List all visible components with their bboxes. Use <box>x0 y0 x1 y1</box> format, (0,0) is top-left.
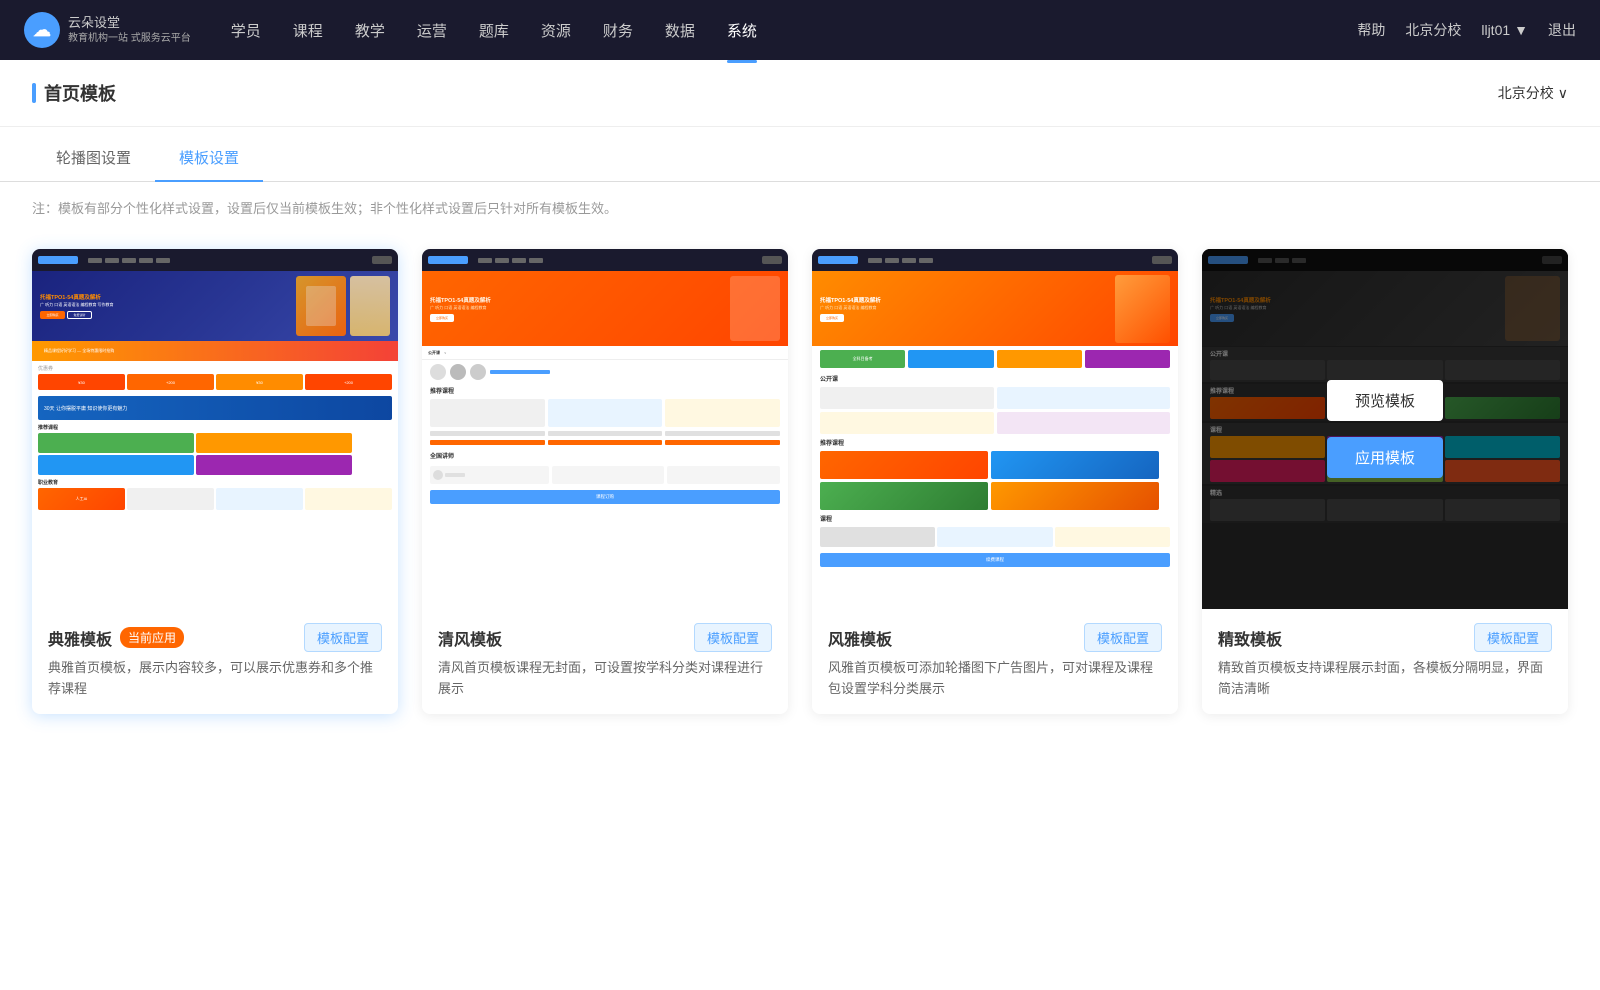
config-button-3[interactable]: 模板配置 <box>1084 623 1162 652</box>
template-preview-3[interactable]: 托福TPO1-54真题及解析 广 听力 口语 英语语法 编程教育 立即购买 全科… <box>812 249 1178 609</box>
mock-preview-2: 托福TPO1-54真题及解析 广 听力 口语 英语语法 编程教育 立即购买 公开… <box>422 249 788 609</box>
tab-template[interactable]: 模板设置 <box>155 135 263 182</box>
preview-button-4[interactable]: 预览模板 <box>1327 380 1443 421</box>
template-footer-3: 风雅模板 模板配置 风雅首页模板可添加轮播图下广告图片，可对课程及课程包设置学科… <box>812 609 1178 714</box>
nav-item-students[interactable]: 学员 <box>231 16 261 45</box>
template-desc-2: 清风首页模板课程无封面，可设置按学科分类对课程进行展示 <box>438 658 772 700</box>
template-card-4: 托福TPO1-54真题及解析 广 听力 口语 英语语法 编程教育 立即购买 公开… <box>1202 249 1568 714</box>
template-footer-2: 清风模板 模板配置 清风首页模板课程无封面，可设置按学科分类对课程进行展示 <box>422 609 788 714</box>
nav-item-data[interactable]: 数据 <box>665 16 695 45</box>
help-link[interactable]: 帮助 <box>1357 20 1385 40</box>
nav-item-questions[interactable]: 题库 <box>479 16 509 45</box>
logo[interactable]: ☁ 云朵设堂 教育机构一站 式服务云平台 <box>24 12 191 48</box>
mock-preview-1: 托福TPO1-54真题及解析 广 听力 口语 英语语法 编程教育 写作教育 立即… <box>32 249 398 609</box>
template-preview-4[interactable]: 托福TPO1-54真题及解析 广 听力 口语 英语语法 编程教育 立即购买 公开… <box>1202 249 1568 609</box>
template-desc-4: 精致首页模板支持课程展示封面，各模板分隔明显，界面简洁清晰 <box>1218 658 1552 700</box>
navbar: ☁ 云朵设堂 教育机构一站 式服务云平台 学员 课程 教学 运营 题库 资源 财… <box>0 0 1600 60</box>
nav-item-resources[interactable]: 资源 <box>541 16 571 45</box>
config-button-2[interactable]: 模板配置 <box>694 623 772 652</box>
template-name-4: 精致模板 <box>1218 626 1282 650</box>
branch-link[interactable]: 北京分校 <box>1405 20 1461 40</box>
page-title: 首页模板 <box>32 80 116 106</box>
template-active-overlay-4: 预览模板 应用模板 <box>1202 249 1568 609</box>
template-preview-2[interactable]: 托福TPO1-54真题及解析 广 听力 口语 英语语法 编程教育 立即购买 公开… <box>422 249 788 609</box>
template-card-3: 托福TPO1-54真题及解析 广 听力 口语 英语语法 编程教育 立即购买 全科… <box>812 249 1178 714</box>
main-nav: 学员 课程 教学 运营 题库 资源 财务 数据 系统 <box>231 16 1358 45</box>
logo-icon: ☁ <box>24 12 60 48</box>
template-desc-3: 风雅首页模板可添加轮播图下广告图片，可对课程及课程包设置学科分类展示 <box>828 658 1162 700</box>
note-bar: 注：模板有部分个性化样式设置，设置后仅当前模板生效；非个性化样式设置后只针对所有… <box>0 182 1600 233</box>
nav-item-finance[interactable]: 财务 <box>603 16 633 45</box>
template-desc-1: 典雅首页模板，展示内容较多，可以展示优惠券和多个推荐课程 <box>48 658 382 700</box>
template-card-1: 托福TPO1-54真题及解析 广 听力 口语 英语语法 编程教育 写作教育 立即… <box>32 249 398 714</box>
logout-link[interactable]: 退出 <box>1548 20 1576 40</box>
nav-item-system[interactable]: 系统 <box>727 16 757 45</box>
apply-button-4[interactable]: 应用模板 <box>1327 437 1443 478</box>
template-footer-1: 典雅模板 当前应用 模板配置 典雅首页模板，展示内容较多，可以展示优惠券和多个推… <box>32 609 398 714</box>
logo-text: 云朵设堂 教育机构一站 式服务云平台 <box>68 15 191 45</box>
note-text: 注：模板有部分个性化样式设置，设置后仅当前模板生效；非个性化样式设置后只针对所有… <box>32 201 617 216</box>
nav-item-courses[interactable]: 课程 <box>293 16 323 45</box>
page-header: 首页模板 北京分校 ∨ <box>0 60 1600 127</box>
nav-item-operations[interactable]: 运营 <box>417 16 447 45</box>
tabs-bar: 轮播图设置 模板设置 <box>0 135 1600 182</box>
navbar-right: 帮助 北京分校 lljt01 ▼ 退出 <box>1357 20 1576 40</box>
tab-carousel[interactable]: 轮播图设置 <box>32 135 155 182</box>
template-name-2: 清风模板 <box>438 626 502 650</box>
template-grid: 托福TPO1-54真题及解析 广 听力 口语 英语语法 编程教育 写作教育 立即… <box>0 233 1600 754</box>
config-button-4[interactable]: 模板配置 <box>1474 623 1552 652</box>
template-name-3: 风雅模板 <box>828 626 892 650</box>
branch-selector[interactable]: 北京分校 ∨ <box>1498 83 1568 103</box>
current-badge-1: 当前应用 <box>120 627 184 648</box>
chevron-down-icon: ∨ <box>1558 85 1568 102</box>
config-button-1[interactable]: 模板配置 <box>304 623 382 652</box>
template-footer-4: 精致模板 模板配置 精致首页模板支持课程展示封面，各模板分隔明显，界面简洁清晰 <box>1202 609 1568 714</box>
template-name-1: 典雅模板 <box>48 626 112 650</box>
template-card-2: 托福TPO1-54真题及解析 广 听力 口语 英语语法 编程教育 立即购买 公开… <box>422 249 788 714</box>
template-preview-1[interactable]: 托福TPO1-54真题及解析 广 听力 口语 英语语法 编程教育 写作教育 立即… <box>32 249 398 609</box>
page-container: 首页模板 北京分校 ∨ 轮播图设置 模板设置 注：模板有部分个性化样式设置，设置… <box>0 60 1600 990</box>
nav-item-teaching[interactable]: 教学 <box>355 16 385 45</box>
user-menu[interactable]: lljt01 ▼ <box>1481 22 1528 38</box>
mock-preview-3: 托福TPO1-54真题及解析 广 听力 口语 英语语法 编程教育 立即购买 全科… <box>812 249 1178 609</box>
